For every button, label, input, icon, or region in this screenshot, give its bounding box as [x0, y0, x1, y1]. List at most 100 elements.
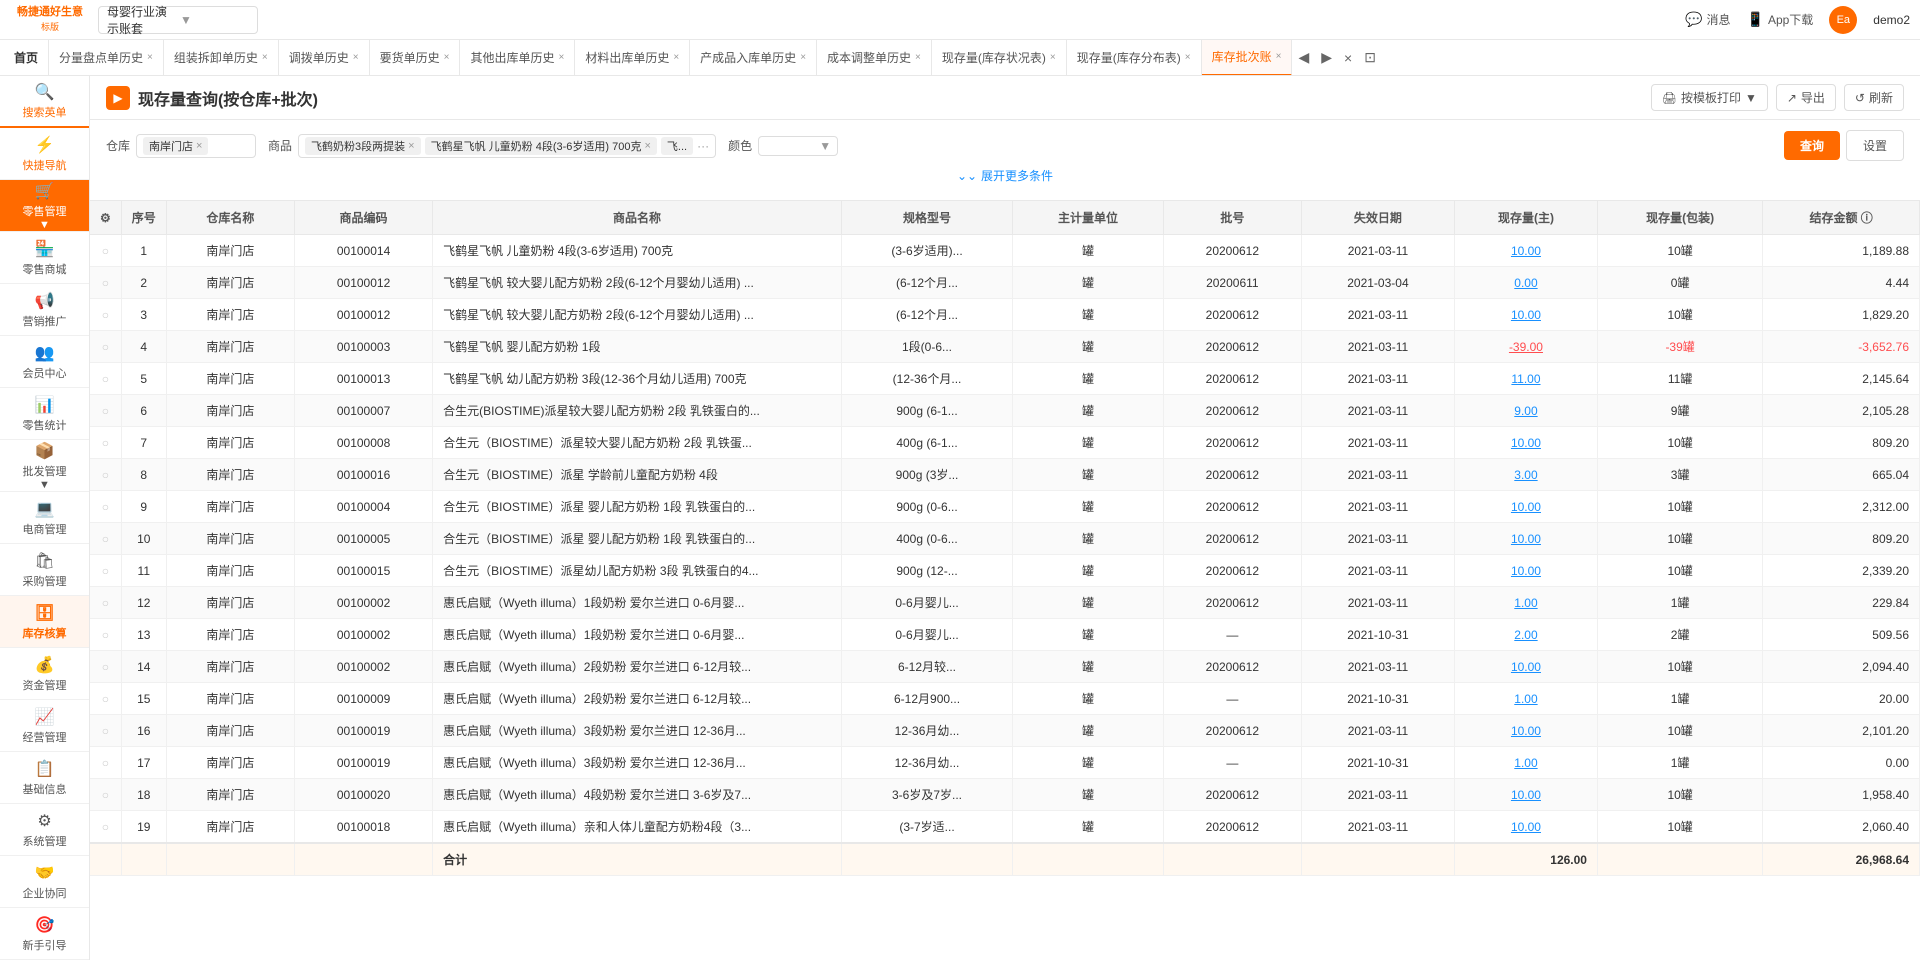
row-settings[interactable]: ○ [90, 363, 121, 395]
row-stock-main[interactable]: 10.00 [1454, 651, 1597, 683]
warehouse-tag-group[interactable]: 南岸门店 × [136, 134, 256, 158]
row-stock-main[interactable]: 10.00 [1454, 427, 1597, 459]
sidebar-item-retail-mgmt[interactable]: 🛒 零售管理 ▼ [0, 180, 89, 232]
sidebar-item-inventory[interactable]: 🗄 库存核算 [0, 596, 89, 648]
row-stock-main[interactable]: 1.00 [1454, 747, 1597, 779]
message-btn[interactable]: 💬 消息 [1685, 11, 1730, 28]
product-tag-0[interactable]: 飞鹤奶粉3段两提装 × [305, 137, 421, 155]
user-avatar[interactable]: Ea [1829, 6, 1857, 34]
row-settings[interactable]: ○ [90, 619, 121, 651]
refresh-btn[interactable]: ↺ 刷新 [1844, 84, 1904, 111]
row-stock-main[interactable]: -39.00 [1454, 331, 1597, 363]
tab-zu-chai[interactable]: 组装拆卸单历史 × [164, 40, 279, 76]
row-settings[interactable]: ○ [90, 747, 121, 779]
row-stock-main[interactable]: 1.00 [1454, 683, 1597, 715]
sidebar-item-basic[interactable]: 📋 基础信息 [0, 752, 89, 804]
row-settings[interactable]: ○ [90, 395, 121, 427]
warehouse-tag-close-0[interactable]: × [196, 140, 202, 152]
sidebar-item-member[interactable]: 👥 会员中心 [0, 336, 89, 388]
expand-sidebar-btn[interactable]: ▶ [106, 86, 130, 110]
product-tag-close-0[interactable]: × [408, 140, 414, 152]
row-settings[interactable]: ○ [90, 811, 121, 844]
tab-chan-pin[interactable]: 产成品入库单历史 × [690, 40, 817, 76]
row-stock-main[interactable]: 10.00 [1454, 811, 1597, 844]
tab-close-diao-bo[interactable]: × [353, 52, 359, 63]
row-stock-main[interactable]: 10.00 [1454, 491, 1597, 523]
row-settings[interactable]: ○ [90, 523, 121, 555]
sidebar-item-search[interactable]: 🔍 搜索英单 [0, 76, 89, 128]
tab-close-yao-huo[interactable]: × [444, 52, 450, 63]
product-tag-2[interactable]: 飞... [661, 137, 693, 155]
row-stock-main[interactable]: 10.00 [1454, 555, 1597, 587]
template-print-btn[interactable]: 🖨 按模板打印 ▼ [1651, 84, 1768, 111]
row-stock-main[interactable]: 10.00 [1454, 523, 1597, 555]
sidebar-item-wholesale[interactable]: 📦 批发管理 ▼ [0, 440, 89, 492]
tab-close-all-btn[interactable]: × [1338, 50, 1358, 66]
row-settings[interactable]: ○ [90, 267, 121, 299]
sidebar-item-purchase[interactable]: 🛍 采购管理 [0, 544, 89, 596]
product-filter-more[interactable]: ··· [697, 139, 709, 153]
row-stock-main[interactable]: 3.00 [1454, 459, 1597, 491]
tab-qi-ta[interactable]: 其他出库单历史 × [460, 40, 575, 76]
row-settings[interactable]: ○ [90, 427, 121, 459]
tab-close-chan-pin[interactable]: × [800, 52, 806, 63]
row-settings[interactable]: ○ [90, 779, 121, 811]
tab-close-fen-pan[interactable]: × [147, 52, 153, 63]
sidebar-item-operations[interactable]: 📈 经营管理 [0, 700, 89, 752]
tab-cheng-ben[interactable]: 成本调整单历史 × [817, 40, 932, 76]
tab-xian-cun-fenbu[interactable]: 现存量(库存分布表) × [1067, 40, 1202, 76]
expand-more-btn[interactable]: ⌄⌄ 展开更多条件 [957, 167, 1053, 184]
export-btn[interactable]: ↗ 导出 [1776, 84, 1836, 111]
settings-config-btn[interactable]: 设置 [1846, 130, 1904, 161]
sidebar-item-finance[interactable]: 💰 资金管理 [0, 648, 89, 700]
tab-close-xian-cun-fenbu[interactable]: × [1185, 52, 1191, 63]
sidebar-item-retail-shop[interactable]: 🏪 零售商城 [0, 232, 89, 284]
row-settings[interactable]: ○ [90, 491, 121, 523]
row-settings[interactable]: ○ [90, 235, 121, 267]
tab-close-cheng-ben[interactable]: × [915, 52, 921, 63]
row-stock-main[interactable]: 10.00 [1454, 235, 1597, 267]
tab-xian-cun-kucun[interactable]: 现存量(库存状况表) × [932, 40, 1067, 76]
row-settings[interactable]: ○ [90, 459, 121, 491]
row-stock-main[interactable]: 9.00 [1454, 395, 1597, 427]
row-settings[interactable]: ○ [90, 715, 121, 747]
tab-next-btn[interactable]: ▶ [1315, 49, 1338, 66]
color-filter-arrow[interactable]: ▼ [819, 139, 831, 153]
tab-home[interactable]: 首页 [4, 40, 49, 76]
tab-close-kucun-pici[interactable]: × [1276, 51, 1282, 62]
row-stock-main[interactable]: 1.00 [1454, 587, 1597, 619]
sidebar-item-guide[interactable]: 🎯 新手引导 [0, 908, 89, 960]
tab-close-xian-cun-kucun[interactable]: × [1050, 52, 1056, 63]
sidebar-item-quick-nav[interactable]: ⚡ 快捷导航 [0, 128, 89, 180]
row-settings[interactable]: ○ [90, 299, 121, 331]
sidebar-item-enterprise[interactable]: 🤝 企业协同 [0, 856, 89, 908]
sidebar-item-retail-stats[interactable]: 📊 零售统计 [0, 388, 89, 440]
row-settings[interactable]: ○ [90, 651, 121, 683]
row-stock-main[interactable]: 10.00 [1454, 779, 1597, 811]
color-filter-group[interactable]: ▼ [758, 136, 838, 156]
row-settings[interactable]: ○ [90, 555, 121, 587]
tab-prev-btn[interactable]: ◀ [1292, 49, 1315, 66]
tab-cai-liao[interactable]: 材料出库单历史 × [575, 40, 690, 76]
row-stock-main[interactable]: 11.00 [1454, 363, 1597, 395]
tab-more-btn[interactable]: ⊡ [1358, 49, 1382, 66]
tab-close-qi-ta[interactable]: × [558, 52, 564, 63]
tab-close-zu-chai[interactable]: × [262, 52, 268, 63]
row-stock-main[interactable]: 10.00 [1454, 299, 1597, 331]
tab-kucun-pici[interactable]: 库存批次账 × [1202, 40, 1293, 76]
workspace-dropdown[interactable]: 母婴行业演示账套 ▼ [98, 6, 258, 34]
product-tag-close-1[interactable]: × [644, 140, 650, 152]
app-download-btn[interactable]: 📱 App下载 [1747, 11, 1814, 28]
row-settings[interactable]: ○ [90, 331, 121, 363]
row-stock-main[interactable]: 2.00 [1454, 619, 1597, 651]
warehouse-tag-0[interactable]: 南岸门店 × [143, 137, 208, 155]
tab-yao-huo[interactable]: 要货单历史 × [370, 40, 461, 76]
row-stock-main[interactable]: 10.00 [1454, 715, 1597, 747]
row-settings[interactable]: ○ [90, 683, 121, 715]
sidebar-item-system[interactable]: ⚙ 系统管理 [0, 804, 89, 856]
row-settings[interactable]: ○ [90, 587, 121, 619]
col-settings[interactable]: ⚙ [90, 201, 121, 235]
tab-diao-bo[interactable]: 调拨单历史 × [279, 40, 370, 76]
tab-fen-pan[interactable]: 分量盘点单历史 × [49, 40, 164, 76]
tab-close-cai-liao[interactable]: × [673, 52, 679, 63]
